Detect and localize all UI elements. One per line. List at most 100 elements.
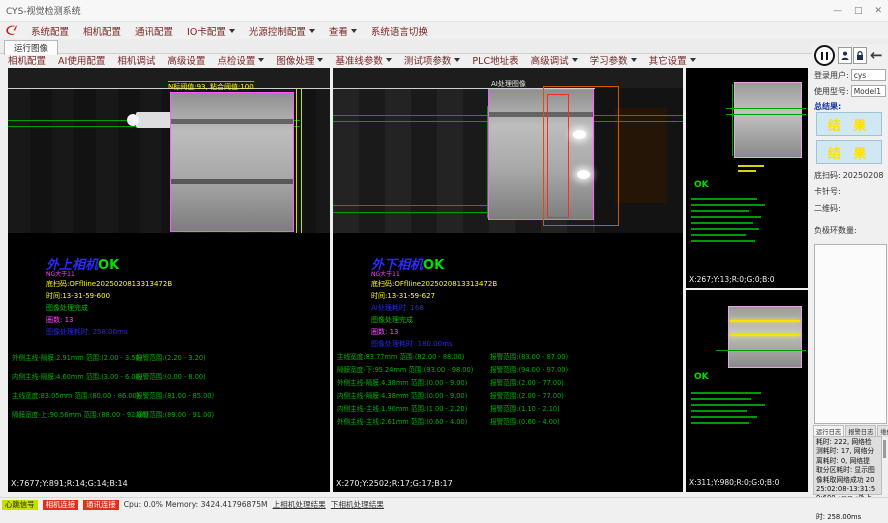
barcode-field: 底扫码: 20250208: [814, 170, 886, 181]
tool-test-params[interactable]: 测试项参数: [398, 53, 467, 67]
camera-link-status-badge: 相机连接: [43, 500, 79, 510]
lower-camera-panel: AI处理图像 外下相机OK NG大于11 底扫码:OFflIine2025020…: [333, 68, 683, 492]
dropdown-arrow-icon: [572, 58, 578, 62]
tool-advanced-settings[interactable]: 高级设置: [161, 53, 211, 67]
total-result-label: 总结果:: [814, 101, 841, 112]
barcode-line: 底扫码:OFflIine2025020813313472B: [371, 279, 497, 289]
yellow-highlight-line: [730, 320, 800, 322]
tool-camera-debug[interactable]: 相机调试: [111, 53, 161, 67]
minimize-button[interactable]: —: [833, 6, 842, 16]
thumbnail-yellow-text: [738, 162, 764, 172]
login-user-value[interactable]: cys: [851, 69, 886, 81]
measurement-value: 隔膜宽度-下:95.24mm 范围:(93.00 - 98.00): [337, 364, 473, 374]
tool-learning-params[interactable]: 学习参数: [584, 53, 643, 67]
tool-camera-config[interactable]: 相机配置: [2, 53, 52, 67]
ai-image-label: AI处理图像: [491, 79, 526, 89]
reflection-spot: [573, 130, 586, 139]
barcode-value: 20250208: [843, 171, 884, 180]
tool-label: 基准线参数: [335, 53, 383, 67]
ai-detection-rect-inner: [547, 94, 569, 218]
user-lock-button[interactable]: [838, 47, 852, 64]
menu-comm-config[interactable]: 通讯配置: [128, 24, 180, 38]
time-line: 时间:13-31-59-600: [46, 291, 110, 301]
thumbnail-panel-1[interactable]: OK X:267;Y:13;R:0;G:0;B:0: [686, 68, 808, 288]
connector-part: [136, 112, 174, 128]
lock-icon: [856, 51, 864, 61]
ring-count-field: 负极环数量:: [814, 225, 886, 236]
reflection-spot: [577, 170, 590, 179]
dropdown-arrow-icon: [386, 58, 392, 62]
menu-io-config[interactable]: IO卡配置: [180, 24, 242, 38]
green-vertical-line: [487, 106, 488, 218]
thumbnail-block: [734, 82, 802, 158]
processing-done-line: 图像处理完成: [46, 303, 88, 313]
status-bar: 心跳信号 相机连接 通讯连接 Cpu: 0.0% Memory: 3424.41…: [0, 497, 888, 511]
tool-baseline-params[interactable]: 基准线参数: [329, 53, 398, 67]
menu-camera-config[interactable]: 相机配置: [76, 24, 128, 38]
measurement-row: 内侧主线-主线:1.90mm 范围:(1.00 - 2.20) 报警范围:(1.…: [333, 403, 683, 413]
menu-system-config[interactable]: 系统配置: [24, 24, 76, 38]
model-label: 使用型号:: [814, 86, 849, 97]
thumbnail-block: [728, 306, 802, 368]
ng-note: NG大于11: [371, 269, 400, 278]
close-button[interactable]: ✕: [874, 6, 882, 16]
tool-label: 测试项参数: [404, 53, 452, 67]
measurement-value: 内侧主线-隔膜:4.60mm 范围:(3.00 - 6.00): [12, 371, 142, 381]
person-icon: [841, 51, 849, 61]
tool-plc-address[interactable]: PLC地址表: [466, 53, 524, 67]
settings-lock-button[interactable]: [853, 47, 867, 64]
tool-spot-check[interactable]: 点检设置: [211, 53, 270, 67]
comm-link-status-badge: 通讯连接: [83, 500, 119, 510]
upper-camera-result-link[interactable]: 上相机处理结果: [273, 499, 326, 510]
green-guide-line: [726, 114, 806, 115]
tool-label: 高级设置: [167, 53, 205, 67]
menu-label: 系统配置: [31, 24, 69, 38]
tool-label: 相机配置: [8, 53, 46, 67]
upper-camera-image[interactable]: N标阈值:93, 粘合阈值:100: [8, 68, 330, 233]
tool-ai-usage-config[interactable]: AI使用配置: [52, 53, 111, 67]
tool-advanced-debug[interactable]: 高级调试: [525, 53, 584, 67]
measurement-row: 外侧主线-主线:2.61mm 范围:(0.60 - 4.00) 报警范围:(0.…: [333, 416, 683, 426]
alarm-range: 报警范围:(0.60 - 4.00): [490, 416, 560, 426]
log-text-area[interactable]: 耗时: 222, 网络检测耗时: 17, 网络分离耗时: 0, 网络提取分区耗时…: [813, 436, 882, 495]
measurement-value: 外侧主线-隔膜:2.91mm 范围:(2.00 - 3.50): [12, 352, 142, 362]
result-list-box[interactable]: [814, 244, 887, 424]
tool-label: 图像处理: [276, 53, 314, 67]
lower-camera-image[interactable]: AI处理图像: [333, 68, 683, 233]
dropdown-arrow-icon: [351, 29, 357, 33]
menu-light-control[interactable]: 光源控制配置: [242, 24, 322, 38]
dropdown-arrow-icon: [631, 58, 637, 62]
dropdown-arrow-icon: [258, 58, 264, 62]
pixel-coordinates: X:311;Y:980;R:0;G:0;B:0: [689, 478, 779, 487]
green-vertical-line: [732, 84, 733, 156]
tool-other-settings[interactable]: 其它设置: [643, 53, 702, 67]
tool-label: 高级调试: [531, 53, 569, 67]
dropdown-arrow-icon: [229, 29, 235, 33]
block-band: [171, 119, 293, 124]
alarm-range: 报警范围:(89.00 - 91.00): [136, 409, 214, 419]
lower-camera-result-link[interactable]: 下相机处理结果: [331, 499, 384, 510]
log-scrollbar[interactable]: [883, 440, 886, 458]
title-bar: CYS-视觉检测系统 — □ ✕: [0, 0, 888, 22]
model-value[interactable]: Model1: [851, 85, 886, 97]
alarm-range: 报警范围:(1.10 - 2.10): [490, 403, 560, 413]
pixel-coordinates: X:270;Y:2502;R:17;G:17;B:17: [336, 479, 453, 488]
menu-label: 光源控制配置: [249, 24, 306, 38]
upper-camera-panel: N标阈值:93, 粘合阈值:100 外上相机OK NG大于11 底扫码:OFfl…: [8, 68, 330, 492]
ring-count-label: 负极环数量:: [814, 225, 857, 236]
thumbnail-panel-2[interactable]: OK X:311;Y:980;R:0;G:0;B:0: [686, 290, 808, 492]
menu-label: 相机配置: [83, 24, 121, 38]
green-guide-line: [333, 212, 493, 213]
tool-image-processing[interactable]: 图像处理: [270, 53, 329, 67]
menu-language-switch[interactable]: 系统语言切换: [364, 24, 435, 38]
heartbeat-status-badge: 心跳信号: [2, 500, 38, 510]
laps-line: 圈数: 13: [46, 315, 74, 325]
back-arrow-icon[interactable]: ←: [870, 46, 883, 64]
pause-button[interactable]: [814, 45, 835, 66]
maximize-button[interactable]: □: [854, 6, 863, 16]
yellow-boundary-line: [296, 88, 302, 233]
menu-view[interactable]: 查看: [322, 24, 364, 38]
result-box-lower: 结 果: [816, 140, 882, 164]
result-ok: OK: [423, 258, 444, 273]
dropdown-arrow-icon: [454, 58, 460, 62]
